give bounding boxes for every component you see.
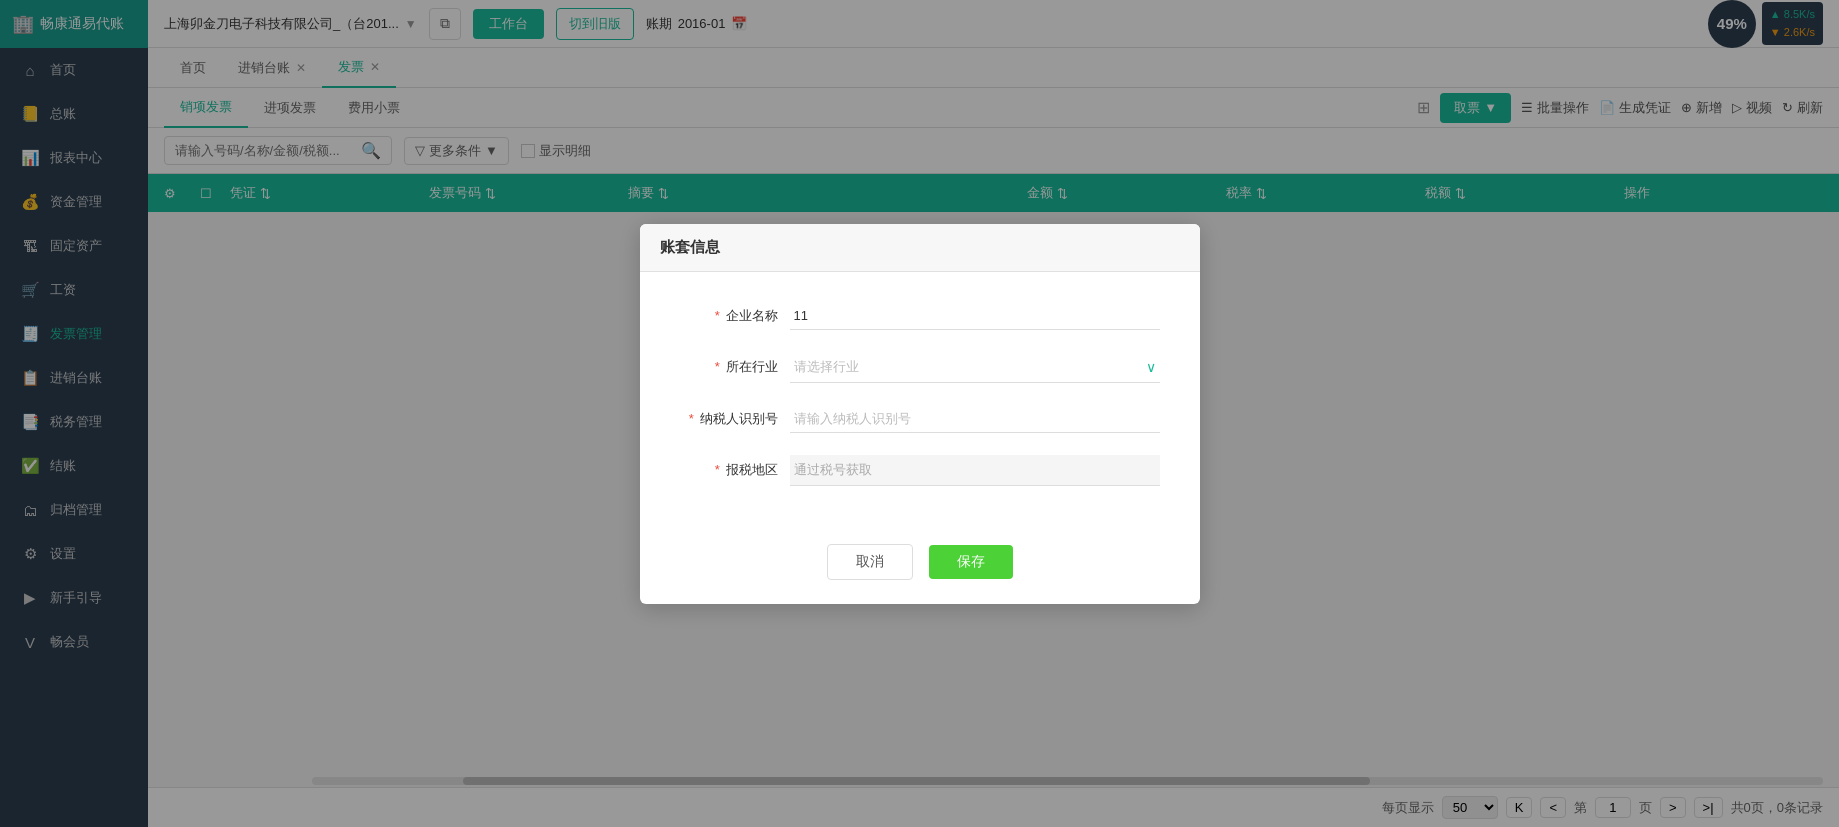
form-row-company-name: * 企业名称 xyxy=(680,302,1160,330)
tax-id-label: * 纳税人识别号 xyxy=(680,410,790,428)
save-button[interactable]: 保存 xyxy=(929,545,1013,579)
industry-label: * 所在行业 xyxy=(680,358,790,376)
dialog-body: * 企业名称 * 所在行业 请选择行业 ∨ * xyxy=(640,272,1200,528)
company-name-input[interactable] xyxy=(790,302,1160,330)
form-row-industry: * 所在行业 请选择行业 ∨ xyxy=(680,352,1160,383)
dialog-footer: 取消 保存 xyxy=(640,528,1200,604)
tax-region-placeholder: 通过税号获取 xyxy=(794,462,872,477)
tax-id-input[interactable] xyxy=(790,405,1160,433)
dialog-overlay: 账套信息 * 企业名称 * 所在行业 请选择行业 ∨ xyxy=(0,0,1839,827)
tax-region-display: 通过税号获取 xyxy=(790,455,1160,486)
form-row-tax-id: * 纳税人识别号 xyxy=(680,405,1160,433)
tax-region-label: * 报税地区 xyxy=(680,461,790,479)
industry-dropdown-icon: ∨ xyxy=(1146,359,1156,375)
industry-select[interactable]: 请选择行业 ∨ xyxy=(790,352,1160,383)
cancel-button[interactable]: 取消 xyxy=(827,544,913,580)
account-info-dialog: 账套信息 * 企业名称 * 所在行业 请选择行业 ∨ xyxy=(640,224,1200,604)
dialog-title: 账套信息 xyxy=(660,238,720,255)
company-name-label: * 企业名称 xyxy=(680,307,790,325)
form-row-tax-region: * 报税地区 通过税号获取 xyxy=(680,455,1160,486)
dialog-header: 账套信息 xyxy=(640,224,1200,272)
industry-placeholder: 请选择行业 xyxy=(794,358,859,376)
